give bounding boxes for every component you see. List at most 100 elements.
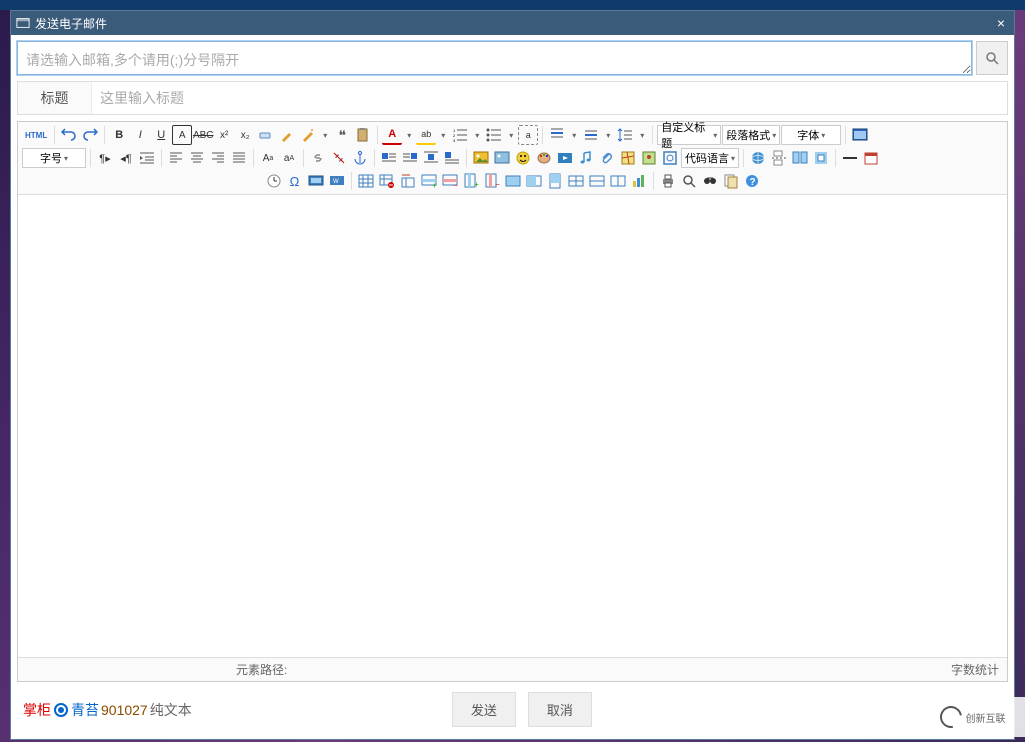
search-replace-button[interactable] — [700, 171, 720, 191]
align-justify-button[interactable] — [229, 148, 249, 168]
dir-rtl-button[interactable]: ◂¶ — [116, 148, 136, 168]
delete-table-button[interactable] — [377, 171, 397, 191]
dir-ltr-button[interactable]: ¶▸ — [95, 148, 115, 168]
image-center-button[interactable] — [421, 148, 441, 168]
blockquote-button[interactable]: ❝ — [332, 125, 352, 145]
align-left-button[interactable] — [166, 148, 186, 168]
hr-button[interactable] — [840, 148, 860, 168]
row-spacing-top-button[interactable] — [547, 125, 567, 145]
insert-image-button[interactable] — [471, 148, 491, 168]
align-right-button[interactable] — [208, 148, 228, 168]
font-size-combo[interactable]: 字号▾ — [22, 148, 86, 168]
font-family-combo[interactable]: 字体▾ — [781, 125, 841, 145]
template-button[interactable] — [790, 148, 810, 168]
selectall-button[interactable]: a — [518, 125, 538, 145]
format-match-button[interactable] — [277, 125, 297, 145]
image-left-button[interactable] — [379, 148, 399, 168]
subscript-button[interactable]: x₂ — [235, 125, 255, 145]
dialog-close-button[interactable]: × — [993, 15, 1009, 31]
background-button[interactable] — [811, 148, 831, 168]
italic-button[interactable]: I — [130, 125, 150, 145]
help-button[interactable]: ? — [742, 171, 762, 191]
superscript-button[interactable]: x² — [214, 125, 234, 145]
insert-video-button[interactable] — [555, 148, 575, 168]
code-lang-combo[interactable]: 代码语言▾ — [681, 148, 739, 168]
insert-row-button[interactable]: + — [419, 171, 439, 191]
emoji-button[interactable] — [513, 148, 533, 168]
split-cells-button[interactable] — [566, 171, 586, 191]
strike-button[interactable]: ABC — [193, 125, 213, 145]
simple-upload-button[interactable] — [492, 148, 512, 168]
gmap-button[interactable] — [639, 148, 659, 168]
date-button[interactable] — [861, 148, 881, 168]
radio-indicator[interactable] — [54, 703, 68, 717]
unordered-list-button[interactable] — [484, 125, 504, 145]
snapscreen-button[interactable] — [306, 171, 326, 191]
send-button[interactable]: 发送 — [452, 692, 516, 727]
redo-button[interactable] — [80, 125, 100, 145]
link-button[interactable] — [308, 148, 328, 168]
image-right-button[interactable] — [400, 148, 420, 168]
map-button[interactable] — [618, 148, 638, 168]
row-spacing-bottom-dropdown[interactable]: ▾ — [602, 125, 614, 145]
charts-button[interactable] — [629, 171, 649, 191]
insert-frame-button[interactable] — [660, 148, 680, 168]
split-cols-button[interactable] — [608, 171, 628, 191]
image-none-button[interactable] — [442, 148, 462, 168]
scrawl-button[interactable] — [534, 148, 554, 168]
music-button[interactable] — [576, 148, 596, 168]
attachment-button[interactable] — [597, 148, 617, 168]
undo-button[interactable] — [59, 125, 79, 145]
delete-row-button[interactable]: − — [440, 171, 460, 191]
row-spacing-bottom-button[interactable] — [581, 125, 601, 145]
merge-down-button[interactable] — [545, 171, 565, 191]
delete-col-button[interactable]: − — [482, 171, 502, 191]
editor-content-area[interactable] — [18, 195, 1007, 657]
row-spacing-top-dropdown[interactable]: ▾ — [568, 125, 580, 145]
auto-typeset-dropdown[interactable]: ▾ — [319, 125, 331, 145]
recipient-search-button[interactable] — [976, 41, 1008, 75]
insert-col-button[interactable]: + — [461, 171, 481, 191]
paragraph-combo[interactable]: 段落格式▾ — [722, 125, 780, 145]
webapp-button[interactable] — [748, 148, 768, 168]
tolowercase-button[interactable]: aA — [279, 148, 299, 168]
pasteplain-button[interactable] — [353, 125, 373, 145]
subject-input[interactable] — [92, 82, 1007, 114]
preview-button[interactable] — [679, 171, 699, 191]
underline-button[interactable]: U — [151, 125, 171, 145]
recipient-input[interactable] — [17, 41, 972, 75]
unlink-button[interactable] — [329, 148, 349, 168]
source-button[interactable]: HTML — [22, 125, 50, 145]
anchor-button[interactable] — [350, 148, 370, 168]
bold-button[interactable]: B — [109, 125, 129, 145]
print-button[interactable] — [658, 171, 678, 191]
auto-typeset-button[interactable] — [298, 125, 318, 145]
forecolor-dropdown[interactable]: ▾ — [403, 125, 415, 145]
custom-title-combo[interactable]: 自定义标题▾ — [657, 125, 721, 145]
backcolor-dropdown[interactable]: ▾ — [437, 125, 449, 145]
wordimage-button[interactable]: W — [327, 171, 347, 191]
ordered-list-dropdown[interactable]: ▾ — [471, 125, 483, 145]
drafts-button[interactable] — [721, 171, 741, 191]
time-button[interactable] — [264, 171, 284, 191]
merge-right-button[interactable] — [524, 171, 544, 191]
align-center-button[interactable] — [187, 148, 207, 168]
fullscreen-button[interactable] — [850, 125, 870, 145]
remove-format-button[interactable] — [256, 125, 276, 145]
touppercase-button[interactable]: Aa — [258, 148, 278, 168]
insert-para-before-table-button[interactable] — [398, 171, 418, 191]
line-height-dropdown[interactable]: ▾ — [636, 125, 648, 145]
fontborder-button[interactable]: A — [172, 125, 192, 145]
cancel-button[interactable]: 取消 — [528, 692, 592, 727]
backcolor-button[interactable]: ab — [416, 125, 436, 145]
indent-button[interactable] — [137, 148, 157, 168]
word-count-label[interactable]: 字数统计 — [951, 661, 999, 678]
split-rows-button[interactable] — [587, 171, 607, 191]
ordered-list-button[interactable]: 123 — [450, 125, 470, 145]
insert-table-button[interactable] — [356, 171, 376, 191]
merge-cells-button[interactable] — [503, 171, 523, 191]
line-height-button[interactable] — [615, 125, 635, 145]
pagebreak-button[interactable] — [769, 148, 789, 168]
spechars-button[interactable]: Ω — [285, 171, 305, 191]
unordered-list-dropdown[interactable]: ▾ — [505, 125, 517, 145]
